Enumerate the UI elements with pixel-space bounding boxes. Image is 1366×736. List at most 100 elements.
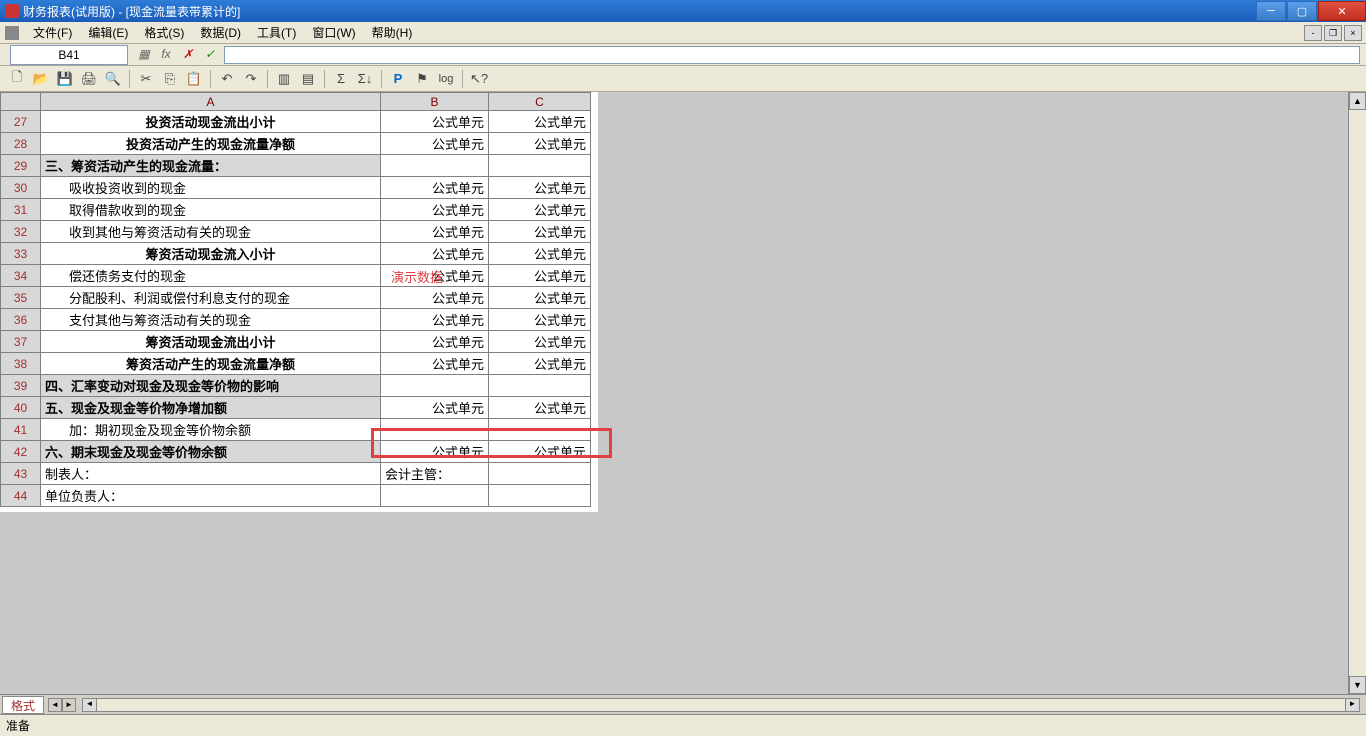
col-header-c[interactable]: C bbox=[489, 93, 591, 111]
tab-nav-left-icon[interactable]: ◄ bbox=[48, 698, 62, 712]
minimize-button[interactable]: ─ bbox=[1256, 1, 1286, 21]
confirm-icon[interactable]: ✓ bbox=[202, 47, 218, 63]
row-header[interactable]: 33 bbox=[1, 243, 41, 265]
cell[interactable]: 分配股利、利润或偿付利息支付的现金 bbox=[41, 287, 381, 309]
cell[interactable] bbox=[489, 485, 591, 507]
cell[interactable]: 投资活动现金流出小计 bbox=[41, 111, 381, 133]
cell[interactable]: 公式单元 bbox=[381, 133, 489, 155]
cell[interactable]: 公式单元 bbox=[489, 331, 591, 353]
cell[interactable]: 公式单元 bbox=[381, 177, 489, 199]
cell[interactable]: 公式单元 bbox=[489, 397, 591, 419]
cell[interactable]: 公式单元 bbox=[489, 111, 591, 133]
spreadsheet-grid[interactable]: A B C 27投资活动现金流出小计公式单元公式单元28投资活动产生的现金流量净… bbox=[0, 92, 1348, 694]
cell[interactable]: 公式单元 bbox=[381, 441, 489, 463]
cut-icon[interactable]: ✂ bbox=[135, 68, 157, 90]
flag-icon[interactable]: ⚑ bbox=[411, 68, 433, 90]
cell[interactable] bbox=[489, 463, 591, 485]
sheet-icon[interactable]: ▦ bbox=[136, 47, 152, 63]
cell[interactable]: 公式单元 bbox=[381, 221, 489, 243]
row-header[interactable]: 41 bbox=[1, 419, 41, 441]
row-header[interactable]: 28 bbox=[1, 133, 41, 155]
print-icon[interactable]: 🖨 bbox=[78, 68, 100, 90]
preview-icon[interactable]: 🔍 bbox=[102, 68, 124, 90]
cell[interactable]: 取得借款收到的现金 bbox=[41, 199, 381, 221]
cell[interactable]: 偿还债务支付的现金 bbox=[41, 265, 381, 287]
row-header[interactable]: 44 bbox=[1, 485, 41, 507]
menu-help[interactable]: 帮助(H) bbox=[364, 23, 421, 43]
row-header[interactable]: 32 bbox=[1, 221, 41, 243]
cell[interactable]: 公式单元 bbox=[489, 265, 591, 287]
save-icon[interactable]: 💾 bbox=[54, 68, 76, 90]
close-button[interactable]: ✕ bbox=[1318, 1, 1366, 21]
cell[interactable]: 公式单元 bbox=[381, 243, 489, 265]
cell[interactable]: 六、期末现金及现金等价物余额 bbox=[41, 441, 381, 463]
redo-icon[interactable]: ↷ bbox=[240, 68, 262, 90]
cell[interactable]: 收到其他与筹资活动有关的现金 bbox=[41, 221, 381, 243]
row-header[interactable]: 27 bbox=[1, 111, 41, 133]
cell[interactable]: 公式单元 bbox=[489, 353, 591, 375]
cell[interactable]: 公式单元 bbox=[489, 243, 591, 265]
formula-input[interactable] bbox=[224, 46, 1360, 64]
cell[interactable]: 支付其他与筹资活动有关的现金 bbox=[41, 309, 381, 331]
col-icon[interactable]: ▥ bbox=[273, 68, 295, 90]
row-header[interactable]: 38 bbox=[1, 353, 41, 375]
row-header[interactable]: 40 bbox=[1, 397, 41, 419]
cell[interactable]: 公式单元 bbox=[489, 199, 591, 221]
cell[interactable] bbox=[381, 375, 489, 397]
log-icon[interactable]: log bbox=[435, 68, 457, 90]
row-header[interactable]: 29 bbox=[1, 155, 41, 177]
paste-icon[interactable]: 📋 bbox=[183, 68, 205, 90]
cell[interactable]: 吸收投资收到的现金 bbox=[41, 177, 381, 199]
cell[interactable]: 公式单元 bbox=[381, 111, 489, 133]
sigma-icon[interactable]: Σ↓ bbox=[354, 68, 376, 90]
cell[interactable]: 三、筹资活动产生的现金流量： bbox=[41, 155, 381, 177]
open-icon[interactable]: 📂 bbox=[30, 68, 52, 90]
cell[interactable]: 公式单元 bbox=[381, 397, 489, 419]
tab-nav-right-icon[interactable]: ► bbox=[62, 698, 76, 712]
new-icon[interactable]: 🗋 bbox=[6, 68, 28, 90]
cell[interactable] bbox=[381, 155, 489, 177]
menu-tools[interactable]: 工具(T) bbox=[249, 23, 304, 43]
menu-edit[interactable]: 编辑(E) bbox=[80, 23, 136, 43]
cell-reference[interactable]: B41 bbox=[10, 45, 128, 65]
help-icon[interactable]: ↖? bbox=[468, 68, 490, 90]
cell[interactable]: 会计主管： bbox=[381, 463, 489, 485]
cell[interactable]: 公式单元 bbox=[489, 287, 591, 309]
cell[interactable]: 公式单元 bbox=[381, 353, 489, 375]
mdi-minimize-button[interactable]: - bbox=[1304, 25, 1322, 41]
cell[interactable]: 公式单元 bbox=[489, 309, 591, 331]
fx-label[interactable]: fx bbox=[158, 47, 174, 63]
row-header[interactable]: 37 bbox=[1, 331, 41, 353]
menu-file[interactable]: 文件(F) bbox=[25, 23, 80, 43]
row-header[interactable]: 30 bbox=[1, 177, 41, 199]
cell[interactable]: 单位负责人： bbox=[41, 485, 381, 507]
cell[interactable]: 加：期初现金及现金等价物余额 bbox=[41, 419, 381, 441]
cell[interactable]: 四、汇率变动对现金及现金等价物的影响 bbox=[41, 375, 381, 397]
cell[interactable] bbox=[489, 419, 591, 441]
vertical-scrollbar[interactable]: ▲ ▼ bbox=[1348, 92, 1366, 694]
cell[interactable]: 公式单元 bbox=[489, 133, 591, 155]
col-header-a[interactable]: A bbox=[41, 93, 381, 111]
cell[interactable]: 筹资活动产生的现金流量净额 bbox=[41, 353, 381, 375]
menu-format[interactable]: 格式(S) bbox=[136, 23, 192, 43]
scroll-left-icon[interactable]: ◄ bbox=[83, 699, 97, 711]
row-header[interactable]: 36 bbox=[1, 309, 41, 331]
row-header[interactable]: 31 bbox=[1, 199, 41, 221]
maximize-button[interactable]: ▢ bbox=[1287, 1, 1317, 21]
cell[interactable]: 公式单元 bbox=[381, 199, 489, 221]
mdi-close-button[interactable]: × bbox=[1344, 25, 1362, 41]
cell[interactable] bbox=[489, 375, 591, 397]
cell[interactable]: 公式单元 bbox=[381, 309, 489, 331]
copy-icon[interactable]: ⎘ bbox=[159, 68, 181, 90]
sum-icon[interactable]: Σ bbox=[330, 68, 352, 90]
scroll-up-icon[interactable]: ▲ bbox=[1349, 92, 1366, 110]
cell[interactable]: 公式单元 bbox=[489, 221, 591, 243]
sheet-tab[interactable]: 格式 bbox=[2, 696, 44, 714]
cell[interactable]: 公式单元 bbox=[381, 287, 489, 309]
cell[interactable]: 筹资活动现金流入小计 bbox=[41, 243, 381, 265]
cell[interactable] bbox=[489, 155, 591, 177]
menu-data[interactable]: 数据(D) bbox=[192, 23, 249, 43]
mdi-restore-button[interactable]: ❐ bbox=[1324, 25, 1342, 41]
scroll-down-icon[interactable]: ▼ bbox=[1349, 676, 1366, 694]
menu-window[interactable]: 窗口(W) bbox=[304, 23, 363, 43]
